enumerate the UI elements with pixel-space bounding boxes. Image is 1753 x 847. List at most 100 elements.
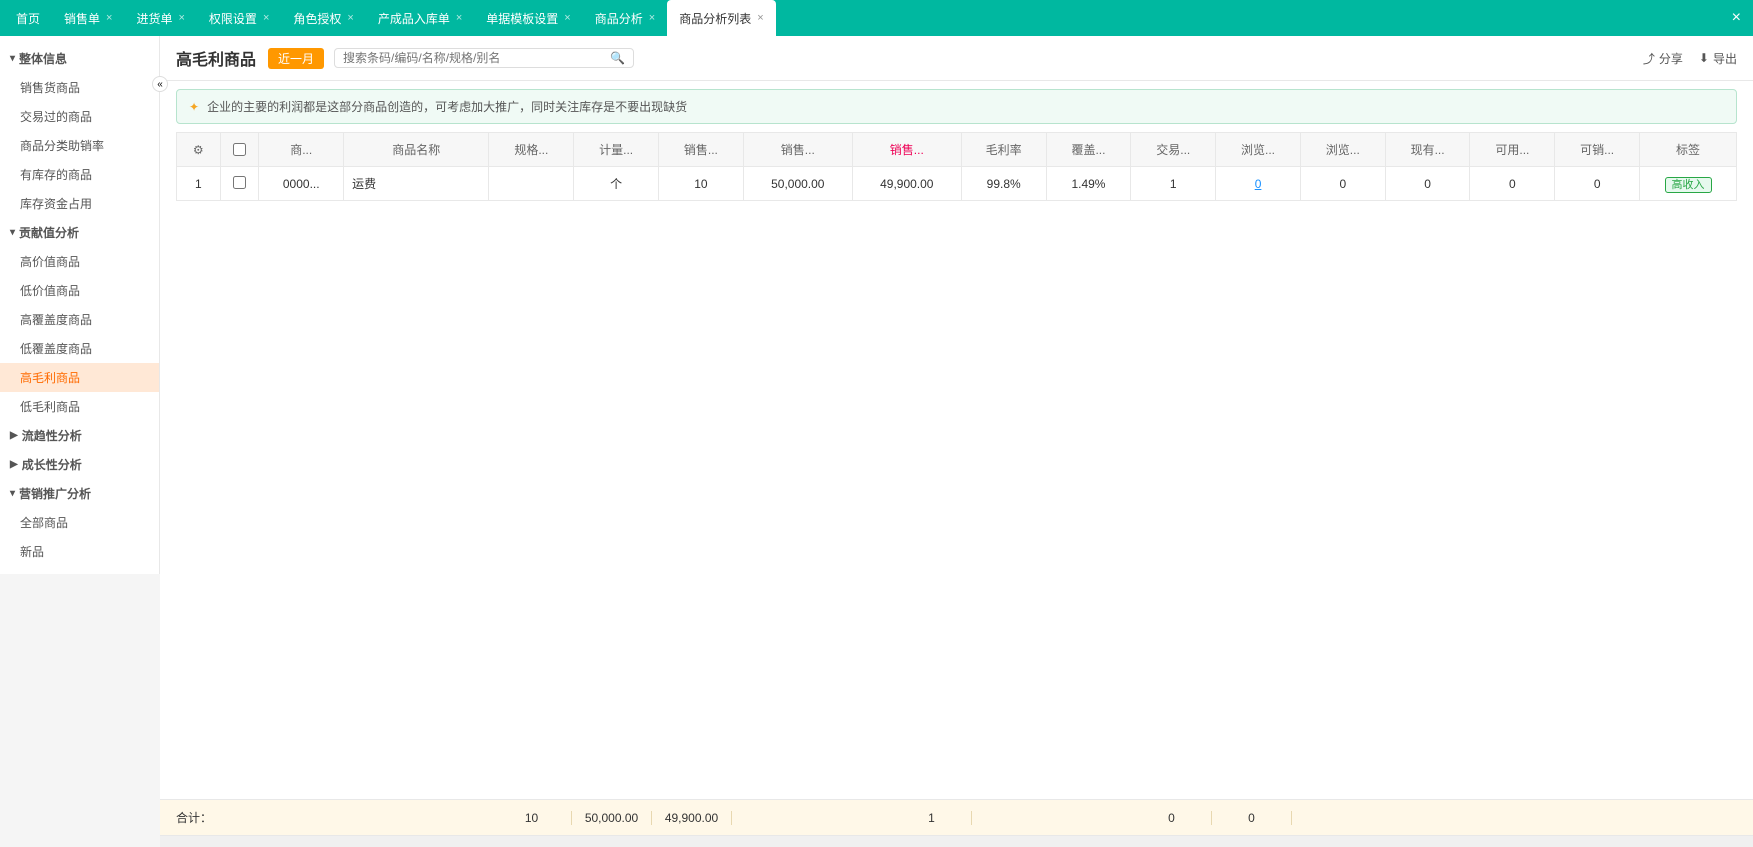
sidebar-item-traded-goods[interactable]: 交易过的商品 [0,102,159,131]
sidebar-wrapper: ▾ 整体信息 销售货商品 交易过的商品 商品分类助销率 有库存的商品 库存资金占… [0,36,160,847]
nav-tab-analysis-list[interactable]: 商品分析列表 × [667,0,775,36]
sidebar-group-marketing[interactable]: ▾ 营销推广分析 [0,479,159,508]
row-available: 0 [1470,167,1555,201]
footer-sale-amount: 50,000.00 [572,811,652,825]
row-checkbox[interactable] [220,167,259,201]
col-sale-qty[interactable]: 销售... [659,133,744,167]
footer-cells: 10 50,000.00 49,900.00 1 0 0 [232,811,1737,825]
sidebar-item-high-coverage[interactable]: 高覆盖度商品 [0,305,159,334]
nav-tab-role[interactable]: 角色授权 × [281,0,365,36]
row-sale-amount: 50,000.00 [743,167,852,201]
arrow-growth: ▶ [10,459,18,470]
sidebar-collapse-button[interactable]: « [152,76,168,92]
sidebar-item-low-coverage[interactable]: 低覆盖度商品 [0,334,159,363]
col-spec[interactable]: 规格... [489,133,574,167]
sidebar-item-category-rate[interactable]: 商品分类助销率 [0,131,159,160]
sidebar-group-contribution[interactable]: ▾ 贡献值分析 [0,218,159,247]
search-input[interactable] [343,51,610,65]
close-productin-tab[interactable]: × [456,12,462,24]
horizontal-scrollbar[interactable] [160,835,1753,847]
info-icon: ✦ [189,100,199,114]
table-row: 1 0000... 运费 个 10 50,000.00 49,900.00 99… [177,167,1737,201]
select-all-checkbox[interactable] [233,143,246,156]
info-banner: ✦ 企业的主要的利润都是这部分商品创造的，可考虑加大推广，同时关注库存是不要出现… [176,89,1737,124]
sidebar-item-high-value[interactable]: 高价值商品 [0,247,159,276]
nav-tab-permission[interactable]: 权限设置 × [197,0,281,36]
sidebar-item-new-goods[interactable]: 新品 [0,537,159,566]
footer-bar: 合计： 10 50,000.00 49,900.00 1 0 0 [160,799,1753,835]
col-saleable[interactable]: 可销... [1555,133,1640,167]
row-unit: 个 [574,167,659,201]
footer-tx-count: 1 [892,811,972,825]
row-no: 1 [177,167,221,201]
sidebar-item-low-margin[interactable]: 低毛利商品 [0,392,159,421]
sidebar-group-trend[interactable]: ▶ 流趋性分析 [0,421,159,450]
sidebar-item-stock-goods[interactable]: 有库存的商品 [0,160,159,189]
col-gross-margin[interactable]: 毛利率 [961,133,1046,167]
sidebar-item-all-goods[interactable]: 全部商品 [0,508,159,537]
top-nav: 首页 销售单 × 进货单 × 权限设置 × 角色授权 × 产成品入库单 × 单据… [0,0,1753,36]
export-icon: ⬇ [1699,51,1709,65]
col-coverage[interactable]: 覆盖... [1046,133,1131,167]
col-sale-amount[interactable]: 销售... [743,133,852,167]
close-analysislist-tab[interactable]: × [757,12,763,24]
col-sale-profit[interactable]: 销售... [852,133,961,167]
close-permission-tab[interactable]: × [263,12,269,24]
close-sales-tab[interactable]: × [106,12,112,24]
table-header-row: ⚙ 商... 商品名称 规格... [177,133,1737,167]
row-tx-count: 1 [1131,167,1216,201]
sidebar-group-growth[interactable]: ▶ 成长性分析 [0,450,159,479]
row-select-checkbox[interactable] [233,176,246,189]
content-area: 高毛利商品 近一月 🔍 ⤴ 分享 ⬇ 导出 ✦ 企业的主要的利润都是这部分商品创… [160,36,1753,847]
nav-tab-home[interactable]: 首页 [4,0,52,36]
row-spec [489,167,574,201]
row-current: 0 [1385,167,1470,201]
sidebar-item-high-margin[interactable]: 高毛利商品 [0,363,159,392]
footer-available: 0 [1212,811,1292,825]
share-button[interactable]: ⤴ 分享 [1643,50,1683,67]
nav-tab-product-in[interactable]: 产成品入库单 × [366,0,474,36]
nav-tab-analysis[interactable]: 商品分析 × [583,0,667,36]
row-tag: 高收入 [1640,167,1737,201]
time-filter-button[interactable]: 近一月 [268,48,324,69]
nav-tab-sales[interactable]: 销售单 × [52,0,124,36]
sidebar-item-sale-goods[interactable]: 销售货商品 [0,73,159,102]
col-tx-count[interactable]: 交易... [1131,133,1216,167]
col-code[interactable]: 商... [259,133,344,167]
row-browse2: 0 [1300,167,1385,201]
sidebar: ▾ 整体信息 销售货商品 交易过的商品 商品分类助销率 有库存的商品 库存资金占… [0,36,160,574]
arrow-contribution: ▾ [10,227,15,238]
arrow-marketing: ▾ [10,488,15,499]
col-browse1[interactable]: 浏览... [1216,133,1301,167]
col-name[interactable]: 商品名称 [344,133,489,167]
export-button[interactable]: ⬇ 导出 [1699,50,1737,67]
page-title: 高毛利商品 [176,46,256,70]
col-available[interactable]: 可用... [1470,133,1555,167]
table-wrapper[interactable]: ⚙ 商... 商品名称 规格... [160,132,1753,799]
sidebar-item-low-value[interactable]: 低价值商品 [0,276,159,305]
search-icon[interactable]: 🔍 [610,51,625,65]
col-current[interactable]: 现有... [1385,133,1470,167]
close-role-tab[interactable]: × [347,12,353,24]
sidebar-item-stock-capital[interactable]: 库存资金占用 [0,189,159,218]
nav-tab-purchase[interactable]: 进货单 × [124,0,196,36]
data-table: ⚙ 商... 商品名称 规格... [176,132,1737,201]
col-browse2[interactable]: 浏览... [1300,133,1385,167]
close-purchase-tab[interactable]: × [178,12,184,24]
col-checkbox[interactable] [220,133,259,167]
row-sale-profit: 49,900.00 [852,167,961,201]
window-close-button[interactable]: × [1724,9,1749,27]
col-unit[interactable]: 计量... [574,133,659,167]
row-gross-margin: 99.8% [961,167,1046,201]
col-settings[interactable]: ⚙ [177,133,221,167]
close-analysis-tab[interactable]: × [649,12,655,24]
row-browse1[interactable]: 0 [1216,167,1301,201]
col-tag[interactable]: 标签 [1640,133,1737,167]
nav-tab-template[interactable]: 单据模板设置 × [474,0,582,36]
close-template-tab[interactable]: × [564,12,570,24]
share-icon: ⤴ [1643,50,1655,67]
arrow-overview: ▾ [10,53,15,64]
row-sale-qty: 10 [659,167,744,201]
row-saleable: 0 [1555,167,1640,201]
sidebar-group-overview[interactable]: ▾ 整体信息 [0,44,159,73]
